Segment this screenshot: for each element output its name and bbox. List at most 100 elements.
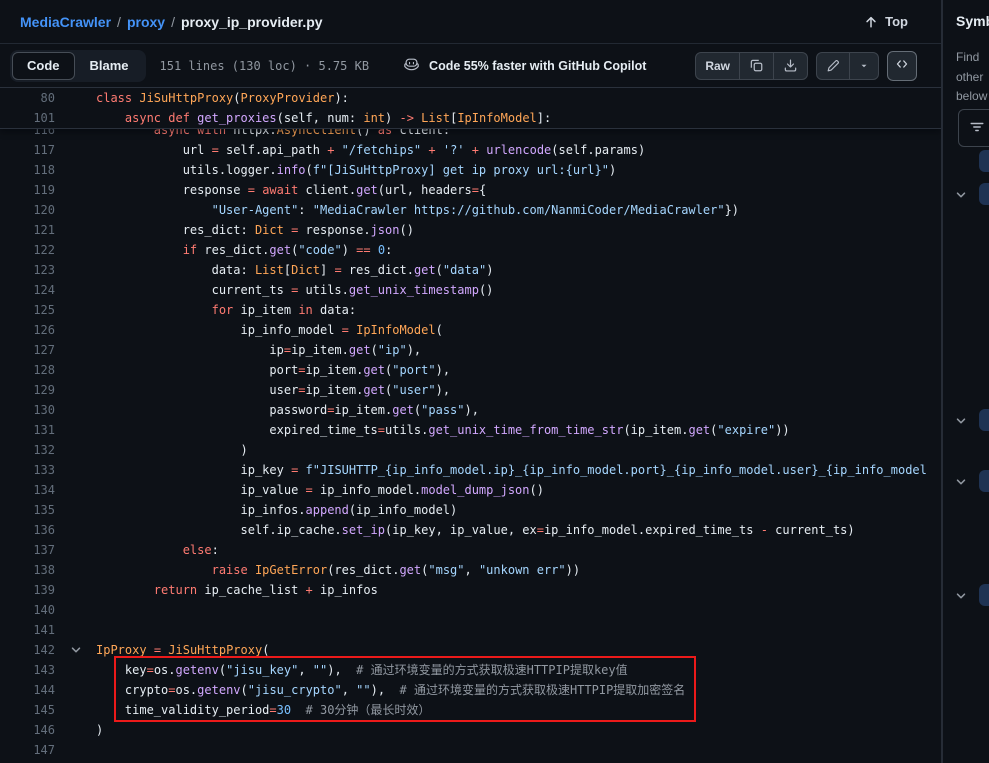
symbol-group-chevron-icon[interactable] [955,589,967,607]
code-token: )) [775,423,789,437]
code-token: 0 [378,243,385,257]
line-number[interactable]: 80 [0,88,55,108]
line-number[interactable]: 119 [0,180,55,200]
code-token: ip_item [233,303,298,317]
line-number[interactable]: 144 [0,680,55,700]
code-token [96,543,183,557]
breadcrumb-folder-link[interactable]: proxy [127,14,165,30]
line-number[interactable]: 130 [0,400,55,420]
code-token: get [269,243,291,257]
code-token: ( [306,163,313,177]
line-number[interactable]: 142 [0,640,55,660]
symbol-group-chevron-icon[interactable] [955,188,967,206]
code-token: ip_info_model.expired_time_ts [544,523,761,537]
code-token [96,243,183,257]
raw-button[interactable]: Raw [696,53,739,79]
collapse-region-chevron-icon[interactable] [55,640,96,660]
line-number[interactable]: 145 [0,700,55,720]
code-token: (self.params) [551,143,645,157]
code-token: port [96,363,298,377]
code-token: ip_value [96,483,306,497]
symbol-item[interactable] [979,183,989,205]
edit-dropdown-button[interactable] [849,53,878,79]
code-token: current_ts [96,283,291,297]
edit-file-button[interactable] [817,53,849,79]
line-number[interactable]: 128 [0,360,55,380]
line-number[interactable]: 141 [0,620,55,640]
line-number[interactable]: 140 [0,600,55,620]
line-number[interactable]: 124 [0,280,55,300]
code-text: IpProxy = JiSuHttpProxy( [96,640,941,660]
code-token: res_dict. [342,263,414,277]
download-raw-button[interactable] [773,53,807,79]
line-number[interactable]: 129 [0,380,55,400]
code-text: class JiSuHttpProxy(ProxyProvider): [96,88,941,108]
copy-raw-button[interactable] [739,53,773,79]
code-token: IpGetError [255,563,327,577]
line-number[interactable]: 137 [0,540,55,560]
symbols-filter-button[interactable] [958,109,989,147]
symbol-item[interactable] [979,409,989,431]
line-number[interactable]: 125 [0,300,55,320]
line-number[interactable]: 118 [0,160,55,180]
line-number[interactable]: 117 [0,140,55,160]
line-number[interactable]: 126 [0,320,55,340]
line-number[interactable]: 139 [0,580,55,600]
gutter [55,180,96,200]
code-token: IpProxy [96,643,147,657]
code-token: url [96,143,212,157]
line-number[interactable]: 147 [0,740,55,760]
code-blame-switcher: Code Blame [10,50,146,82]
code-line: 129 user=ip_item.get("user"), [0,380,941,400]
code-token: ), [371,683,400,697]
line-number[interactable]: 131 [0,420,55,440]
tab-code[interactable]: Code [12,52,75,80]
tab-blame[interactable]: Blame [75,52,144,80]
code-token: () [479,283,493,297]
code-token: # 30分钟（最长时效） [306,703,431,717]
code-token: List [255,263,284,277]
line-number[interactable]: 143 [0,660,55,680]
symbol-group-chevron-icon[interactable] [955,475,967,493]
code-line: 119 response = await client.get(url, hea… [0,180,941,200]
line-number[interactable]: 136 [0,520,55,540]
code-line: 121 res_dict: Dict = response.json() [0,220,941,240]
code-token: os. [154,663,176,677]
line-number[interactable]: 138 [0,560,55,580]
back-to-top-button[interactable]: Top [864,14,908,29]
code-token: user [96,383,298,397]
gutter [55,580,96,600]
code-text: user=ip_item.get("user"), [96,380,941,400]
code-token: get_unix_timestamp [349,283,479,297]
code-token: (res_dict. [327,563,399,577]
line-number[interactable]: 146 [0,720,55,740]
code-token [96,203,212,217]
copilot-banner[interactable]: Code 55% faster with GitHub Copilot [403,56,646,75]
line-number[interactable]: 123 [0,260,55,280]
symbol-item[interactable] [979,584,989,606]
pencil-icon [826,59,840,73]
code-text: ip=ip_item.get("ip"), [96,340,941,360]
code-line: 123 data: List[Dict] = res_dict.get("dat… [0,260,941,280]
line-number[interactable]: 101 [0,108,55,128]
symbols-panel-toggle[interactable] [887,51,917,81]
code-text: time_validity_period=30 # 30分钟（最长时效） [96,700,941,720]
gutter [55,540,96,560]
gutter [55,600,96,620]
breadcrumb-repo-link[interactable]: MediaCrawler [20,14,111,30]
line-number[interactable]: 133 [0,460,55,480]
code-token [284,223,291,237]
line-number[interactable]: 134 [0,480,55,500]
line-number[interactable]: 132 [0,440,55,460]
symbol-item[interactable] [979,150,989,172]
line-number[interactable]: 120 [0,200,55,220]
breadcrumb-bar: MediaCrawler / proxy / proxy_ip_provider… [0,0,941,44]
code-text: ip_infos.append(ip_info_model) [96,500,941,520]
symbols-panel-title: Symbols [956,13,989,29]
symbol-group-chevron-icon[interactable] [955,414,967,432]
line-number[interactable]: 127 [0,340,55,360]
line-number[interactable]: 135 [0,500,55,520]
line-number[interactable]: 121 [0,220,55,240]
symbol-item[interactable] [979,470,989,492]
line-number[interactable]: 122 [0,240,55,260]
